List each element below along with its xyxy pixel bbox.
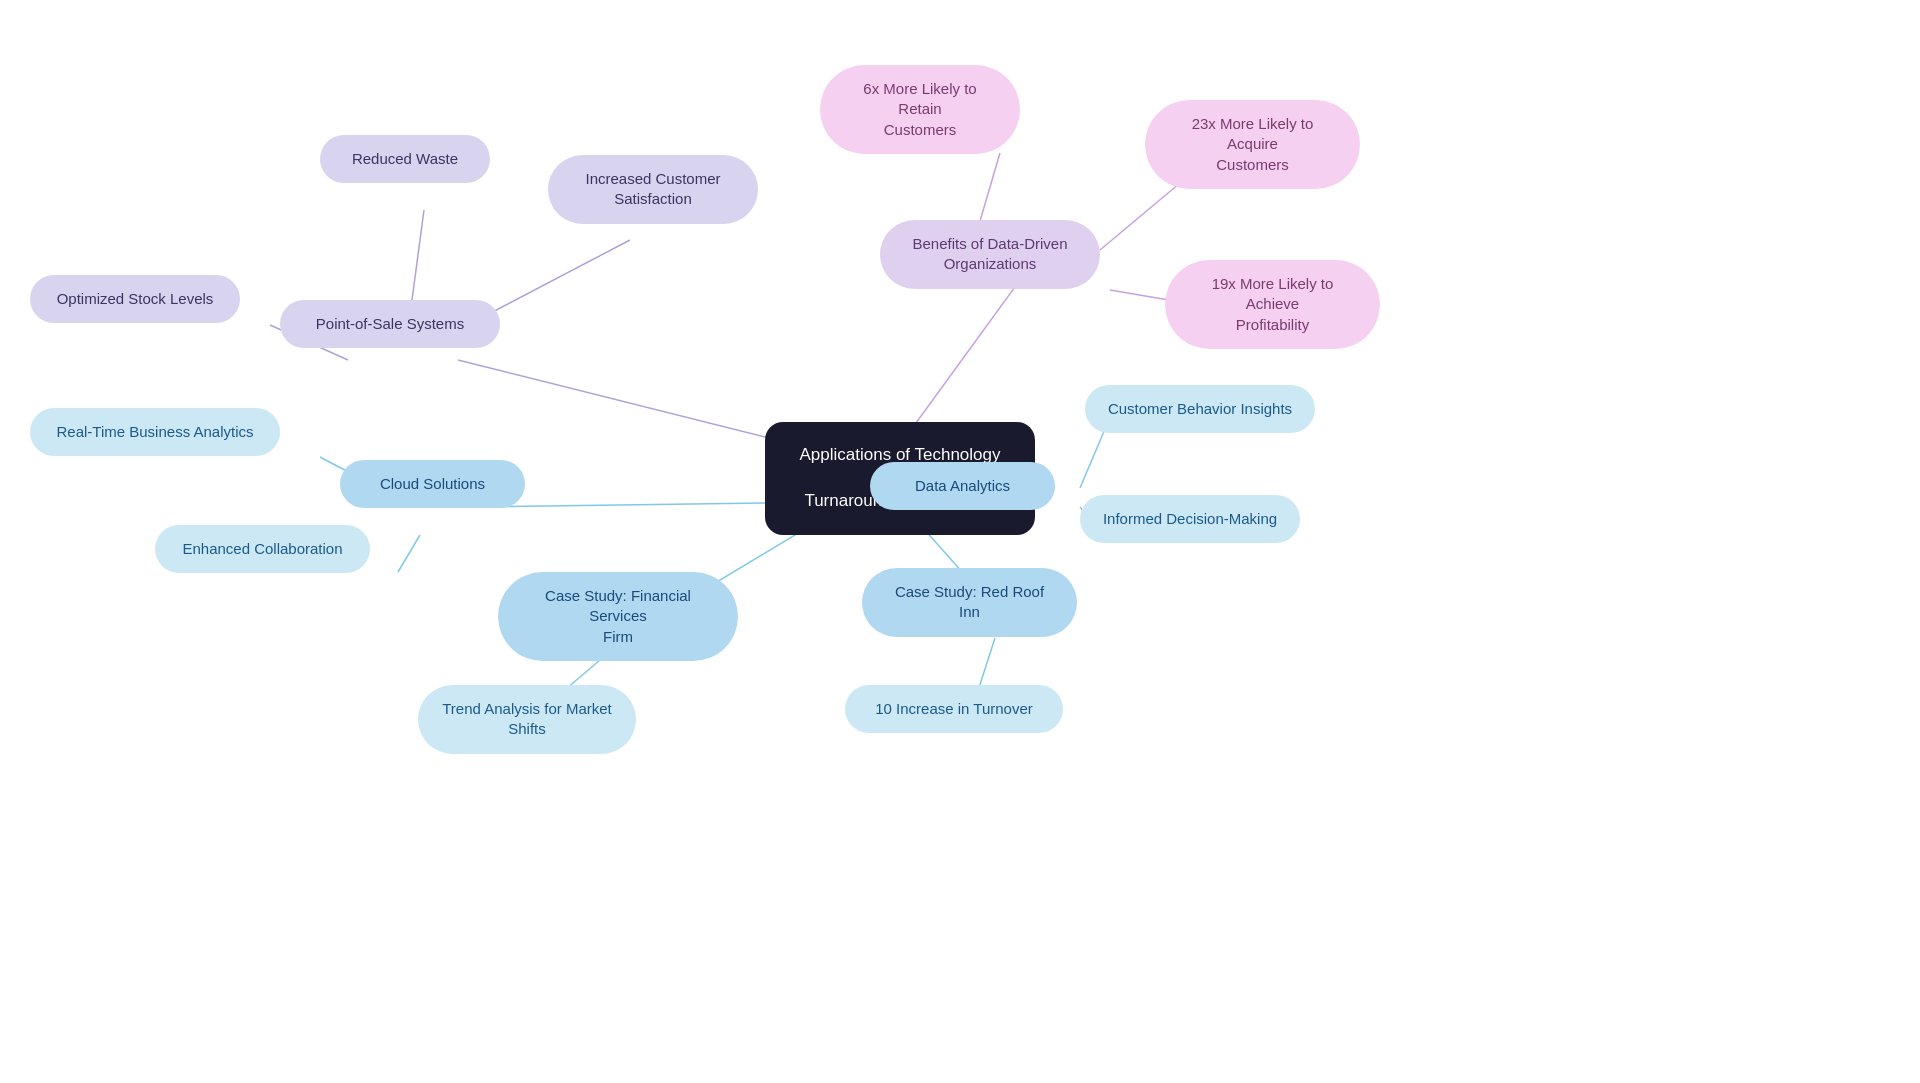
optimized-stock-label: Optimized Stock Levels: [57, 289, 214, 309]
cloud-solutions-node: Cloud Solutions: [340, 460, 525, 508]
reduced-waste-label: Reduced Waste: [352, 149, 458, 169]
retain-customers-label: 6x More Likely to Retain Customers: [842, 79, 998, 140]
increase-turnover-label: 10 Increase in Turnover: [875, 699, 1033, 719]
realtime-analytics-label: Real-Time Business Analytics: [56, 422, 253, 442]
data-analytics-label: Data Analytics: [915, 476, 1010, 496]
svg-line-14: [1080, 429, 1105, 488]
acquire-customers-label: 23x More Likely to Acquire Customers: [1167, 114, 1338, 175]
increased-customer-sat-node: Increased Customer Satisfaction: [548, 155, 758, 224]
case-study-financial-node: Case Study: Financial Services Firm: [498, 572, 738, 661]
acquire-customers-node: 23x More Likely to Acquire Customers: [1145, 100, 1360, 189]
trend-analysis-node: Trend Analysis for Market Shifts: [418, 685, 636, 754]
case-study-financial-label: Case Study: Financial Services Firm: [520, 586, 716, 647]
cloud-solutions-label: Cloud Solutions: [380, 474, 485, 494]
benefits-data-driven-node: Benefits of Data-Driven Organizations: [880, 220, 1100, 289]
enhanced-collab-node: Enhanced Collaboration: [155, 525, 370, 573]
svg-line-10: [1100, 183, 1180, 250]
customer-behavior-node: Customer Behavior Insights: [1085, 385, 1315, 433]
trend-analysis-label: Trend Analysis for Market Shifts: [442, 699, 612, 740]
informed-decision-label: Informed Decision-Making: [1103, 509, 1277, 529]
pos-systems-label: Point-of-Sale Systems: [316, 314, 464, 334]
svg-line-13: [398, 535, 420, 572]
case-study-redroof-label: Case Study: Red Roof Inn: [884, 582, 1055, 623]
increase-turnover-node: 10 Increase in Turnover: [845, 685, 1063, 733]
benefits-data-driven-label: Benefits of Data-Driven Organizations: [912, 234, 1067, 275]
reduced-waste-node: Reduced Waste: [320, 135, 490, 183]
optimized-stock-node: Optimized Stock Levels: [30, 275, 240, 323]
informed-decision-node: Informed Decision-Making: [1080, 495, 1300, 543]
realtime-analytics-node: Real-Time Business Analytics: [30, 408, 280, 456]
enhanced-collab-label: Enhanced Collaboration: [182, 539, 342, 559]
pos-systems-node: Point-of-Sale Systems: [280, 300, 500, 348]
achieve-profitability-node: 19x More Likely to Achieve Profitability: [1165, 260, 1380, 349]
data-analytics-node: Data Analytics: [870, 462, 1055, 510]
svg-line-1: [900, 280, 1020, 445]
retain-customers-node: 6x More Likely to Retain Customers: [820, 65, 1020, 154]
customer-behavior-label: Customer Behavior Insights: [1108, 399, 1292, 419]
achieve-profitability-label: 19x More Likely to Achieve Profitability: [1187, 274, 1358, 335]
case-study-redroof-node: Case Study: Red Roof Inn: [862, 568, 1077, 637]
increased-customer-sat-label: Increased Customer Satisfaction: [585, 169, 720, 210]
